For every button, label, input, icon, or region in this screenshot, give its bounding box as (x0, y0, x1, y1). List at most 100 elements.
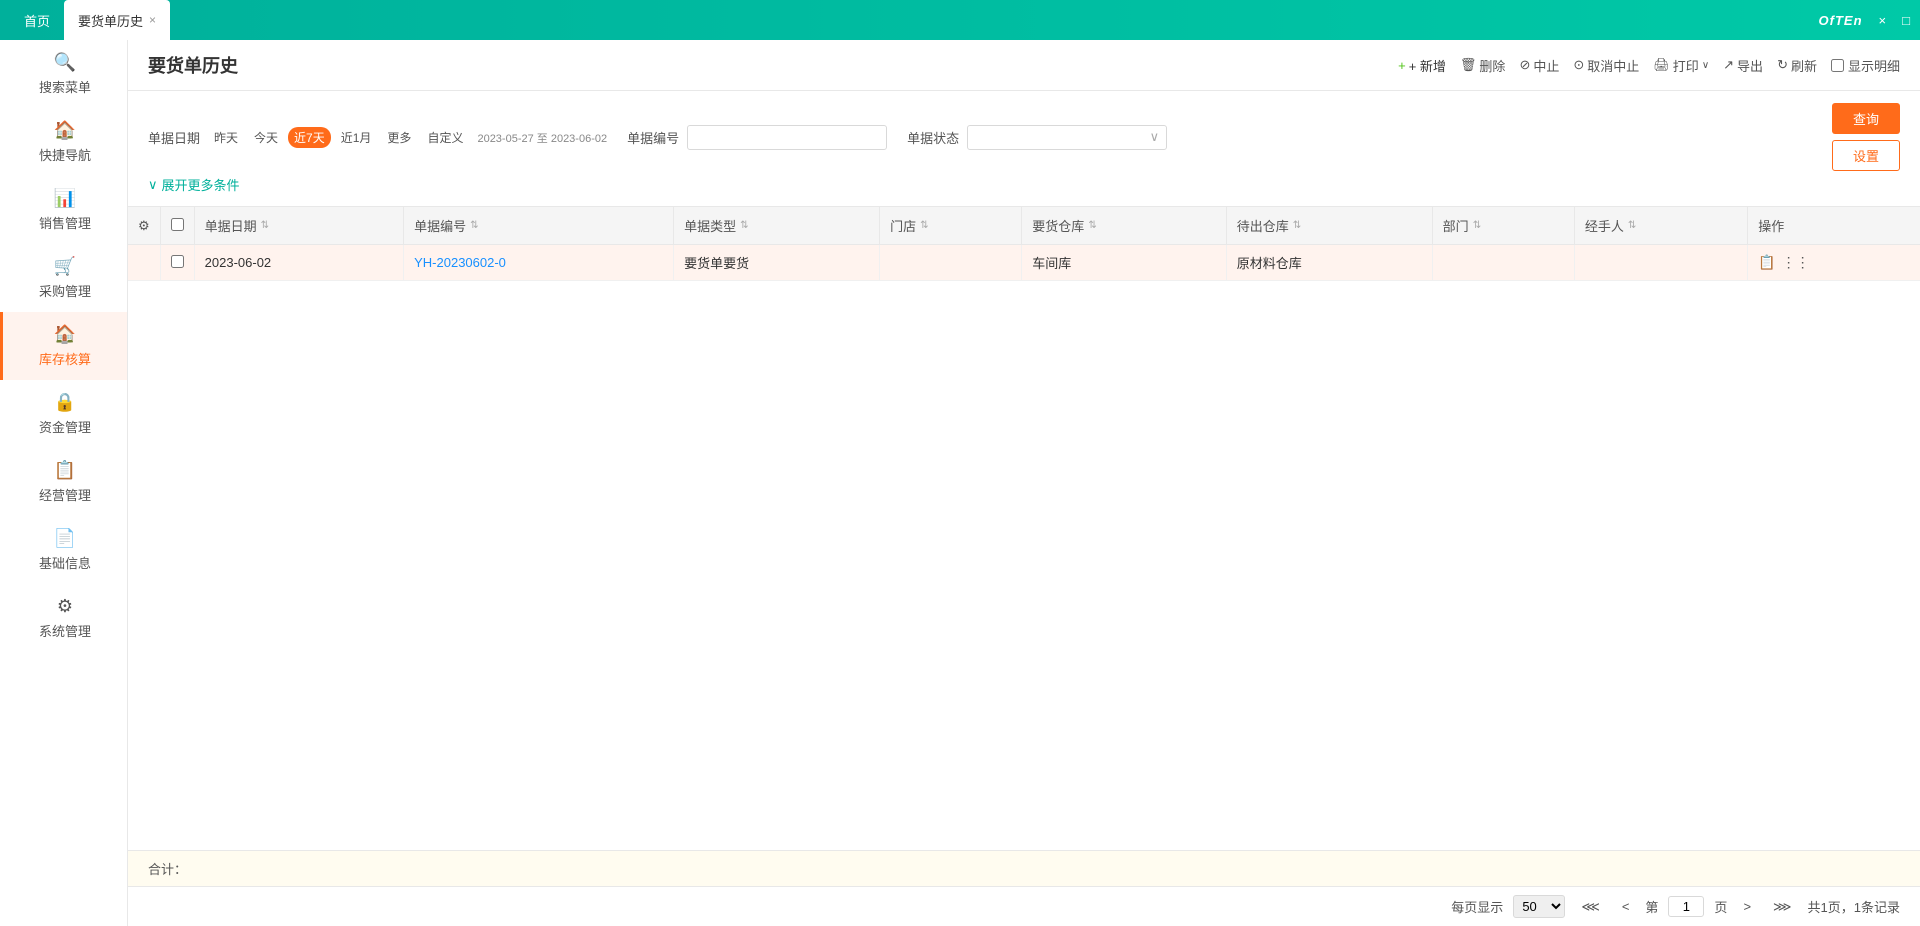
delete-icon: 🗑 (1460, 57, 1477, 73)
tab-requisition-history[interactable]: 要货单历史 × (64, 0, 170, 40)
sort-docno-icon: ⇅ (470, 220, 478, 231)
display-detail-button[interactable]: 显示明细 (1831, 56, 1900, 75)
toolbar: + + 新增 🗑 删除 ⊘ 中止 ⊙ 取消中止 🖨 打印 (1398, 56, 1900, 75)
tab-home-label: 首页 (24, 11, 50, 30)
sidebar-item-operations[interactable]: 📋 经营管理 (0, 448, 127, 516)
col-pendwh-label: 待出仓库 (1237, 216, 1289, 235)
search-icon: 🔍 (54, 52, 76, 73)
delete-label: 删除 (1479, 56, 1505, 75)
print-dropdown-icon[interactable]: ∨ (1702, 60, 1709, 71)
new-label: + 新增 (1409, 56, 1446, 75)
row-store-cell (880, 245, 1022, 281)
row-checkbox[interactable] (171, 255, 184, 268)
query-button[interactable]: 查询 (1832, 103, 1900, 134)
next-page-btn[interactable]: > (1737, 897, 1757, 916)
select-all-checkbox[interactable] (171, 218, 184, 231)
date-shortcut-yesterday[interactable]: 昨天 (208, 127, 244, 148)
sidebar-item-system[interactable]: ⚙ 系统管理 (0, 584, 127, 652)
table-header: ⚙ 单据日期 ⇅ 单据编号 (128, 207, 1920, 245)
sidebar-item-basic-info[interactable]: 📄 基础信息 (0, 516, 127, 584)
row-more-btn[interactable]: ⋮⋮ (1782, 254, 1810, 271)
sidebar-item-sales[interactable]: 📊 销售管理 (0, 176, 127, 244)
status-select[interactable] (967, 125, 1167, 150)
doc-no-input[interactable] (687, 125, 887, 150)
last-page-btn[interactable]: ⋙ (1767, 897, 1798, 917)
date-shortcut-more[interactable]: 更多 (381, 127, 417, 148)
page-title: 要货单历史 (148, 52, 238, 78)
sidebar-item-basic-info-label: 基础信息 (39, 553, 91, 572)
window-close-btn[interactable]: × (1879, 13, 1887, 28)
row-docno-cell: YH-20230602-0 (404, 245, 674, 281)
brand-label: OfTEn (1819, 13, 1863, 28)
col-reqwh-label: 要货仓库 (1032, 216, 1084, 235)
stop-label: 中止 (1533, 56, 1559, 75)
display-detail-checkbox[interactable] (1831, 59, 1844, 72)
date-shortcuts: 昨天 今天 近7天 近1月 更多 自定义 (208, 127, 469, 148)
date-filter-group: 单据日期 昨天 今天 近7天 近1月 更多 自定义 2023-05-27 至 2… (148, 127, 607, 148)
lock-icon: 🔒 (54, 392, 76, 413)
row-handler-cell (1574, 245, 1747, 281)
new-button[interactable]: + + 新增 (1398, 56, 1446, 75)
row-doctype-cell: 要货单要货 (674, 245, 880, 281)
first-page-btn[interactable]: ⋘ (1575, 897, 1606, 917)
table-col-pending-warehouse[interactable]: 待出仓库 ⇅ (1226, 207, 1432, 245)
sidebar-item-purchase-label: 采购管理 (39, 281, 91, 300)
refresh-button[interactable]: ↻ 刷新 (1777, 56, 1817, 75)
sidebar-item-search[interactable]: 🔍 搜索菜单 (0, 40, 127, 108)
tab-close-icon[interactable]: × (149, 13, 156, 27)
date-shortcut-1month[interactable]: 近1月 (335, 127, 378, 148)
table-col-doc-type[interactable]: 单据类型 ⇅ (674, 207, 880, 245)
table-col-doc-no[interactable]: 单据编号 ⇅ (404, 207, 674, 245)
new-icon: + (1398, 58, 1406, 73)
table-footer: 合计： (128, 850, 1920, 886)
table-body: 2023-06-02 YH-20230602-0 要货单要货 车间库 (128, 245, 1920, 281)
settings-button[interactable]: 设置 (1832, 140, 1900, 171)
row-pendwh-cell: 原材料仓库 (1226, 245, 1432, 281)
cancel-stop-icon: ⊙ (1573, 57, 1584, 73)
page-label: 第 (1645, 897, 1658, 916)
sidebar-item-operations-label: 经营管理 (39, 485, 91, 504)
col-doctype-label: 单据类型 (684, 216, 736, 235)
sidebar-item-purchase[interactable]: 🛒 采购管理 (0, 244, 127, 312)
content-area: 要货单历史 + + 新增 🗑 删除 ⊘ 中止 ⊙ 取消中止 (128, 40, 1920, 926)
table-col-req-warehouse[interactable]: 要货仓库 ⇅ (1022, 207, 1226, 245)
table-col-store[interactable]: 门店 ⇅ (880, 207, 1022, 245)
document-icon: 📄 (54, 528, 76, 549)
table-col-date[interactable]: 单据日期 ⇅ (194, 207, 403, 245)
table-col-handler[interactable]: 经手人 ⇅ (1574, 207, 1747, 245)
window-maximize-btn[interactable]: □ (1902, 13, 1910, 28)
sidebar-item-quick-nav[interactable]: 🏠 快捷导航 (0, 108, 127, 176)
row-settings-cell (128, 245, 160, 281)
row-edit-btn[interactable]: 📋 (1758, 254, 1775, 271)
doc-no-label: 单据编号 (627, 128, 679, 147)
sort-handler-icon: ⇅ (1628, 220, 1636, 231)
sidebar-item-sales-label: 销售管理 (39, 213, 91, 232)
sort-dept-icon: ⇅ (1473, 220, 1481, 231)
date-shortcut-today[interactable]: 今天 (248, 127, 284, 148)
table-col-department[interactable]: 部门 ⇅ (1432, 207, 1574, 245)
print-button[interactable]: 🖨 打印 ∨ (1653, 56, 1709, 75)
chart-icon: 📊 (54, 188, 76, 209)
page-input[interactable] (1668, 896, 1704, 917)
table-col-settings[interactable]: ⚙ (128, 207, 160, 245)
delete-button[interactable]: 🗑 删除 (1460, 56, 1506, 75)
filter-row: 单据日期 昨天 今天 近7天 近1月 更多 自定义 2023-05-27 至 2… (148, 103, 1900, 171)
row-docno-link[interactable]: YH-20230602-0 (414, 255, 506, 270)
cancel-stop-button[interactable]: ⊙ 取消中止 (1573, 56, 1639, 75)
expand-more-btn[interactable]: ∨ 展开更多条件 (148, 175, 1900, 194)
sidebar-item-inventory[interactable]: 🏠 库存核算 (0, 312, 127, 380)
row-date: 2023-06-02 (205, 255, 272, 270)
prev-page-btn[interactable]: < (1616, 897, 1636, 916)
per-page-select[interactable]: 50 100 (1513, 895, 1565, 918)
tab-home[interactable]: 首页 (10, 0, 64, 40)
export-button[interactable]: ↗ 导出 (1723, 56, 1763, 75)
stop-button[interactable]: ⊘ 中止 (1519, 56, 1559, 75)
table-col-checkbox (160, 207, 194, 245)
date-shortcut-7days[interactable]: 近7天 (288, 127, 331, 148)
sidebar-item-finance[interactable]: 🔒 资金管理 (0, 380, 127, 448)
refresh-icon: ↻ (1777, 57, 1788, 73)
date-shortcut-custom[interactable]: 自定义 (421, 127, 469, 148)
row-reqwh: 车间库 (1032, 256, 1071, 271)
inventory-icon: 🏠 (54, 324, 76, 345)
table-row[interactable]: 2023-06-02 YH-20230602-0 要货单要货 车间库 (128, 245, 1920, 281)
